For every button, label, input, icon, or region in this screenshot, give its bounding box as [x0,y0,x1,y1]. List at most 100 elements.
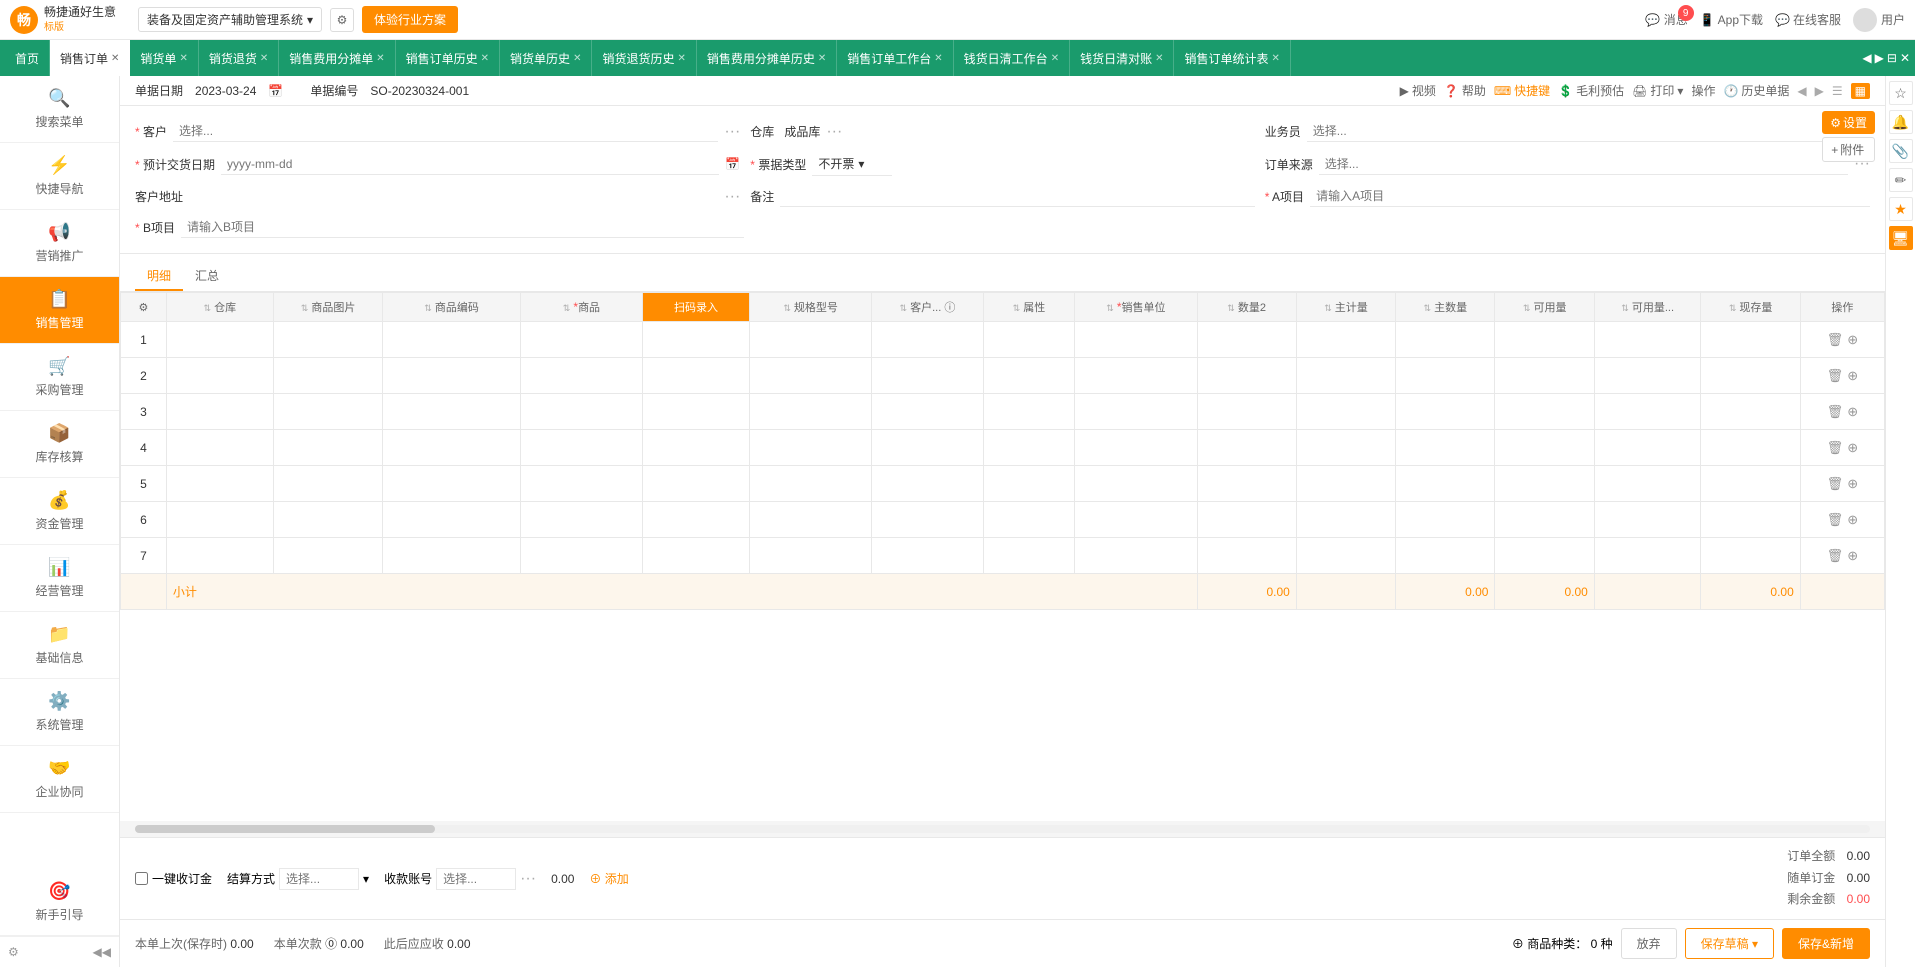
message-button[interactable]: 💬 消息 9 [1645,11,1687,28]
calendar-icon[interactable]: 📅 [268,84,283,98]
copy-icon[interactable]: ⊕ [1847,332,1858,348]
right-icon-3[interactable]: 📎 [1889,139,1913,163]
col-scan[interactable]: 扫码录入 [643,293,750,322]
col-qty2[interactable]: ⇅ 数量2 [1197,293,1296,322]
nav-close-icon[interactable]: ✕ [1900,51,1910,65]
sidebar-item-inventory[interactable]: 📦 库存核算 [0,411,119,478]
tab-sales-return[interactable]: 销货退货 ✕ [199,40,279,76]
col-product[interactable]: ⇅ *商品 [520,293,642,322]
delete-icon[interactable]: 🗑 [1827,440,1844,456]
col-main-unit[interactable]: ⇅ 主计量 [1296,293,1395,322]
col-spec[interactable]: ⇅ 规格型号 [750,293,872,322]
tab-invoice-history[interactable]: 销货单历史 ✕ [500,40,592,76]
close-icon[interactable]: ✕ [1272,53,1280,64]
tab-sales-order[interactable]: 销售订单 ✕ [50,40,130,76]
close-icon[interactable]: ✕ [111,53,119,64]
tab-expense-history[interactable]: 销售费用分摊单历史 ✕ [697,40,837,76]
copy-icon[interactable]: ⊕ [1847,440,1858,456]
col-main-qty[interactable]: ⇅ 主数量 [1396,293,1495,322]
attach-button[interactable]: + 附件 [1822,137,1875,162]
close-icon[interactable]: ✕ [1155,53,1163,64]
delete-icon[interactable]: 🗑 [1827,476,1844,492]
delivery-date-input[interactable] [221,154,719,175]
view-button[interactable]: ▶ 视频 [1400,82,1436,99]
copy-icon[interactable]: ⊕ [1847,512,1858,528]
system-selector[interactable]: 装备及固定资产辅助管理系统 ▾ [138,7,322,32]
sidebar-item-baseinfo[interactable]: 📁 基础信息 [0,612,119,679]
help-button[interactable]: ❓ 帮助 [1444,82,1486,99]
one-click-checkbox[interactable] [135,872,148,885]
print-button[interactable]: 🖨 打印 ▾ [1632,82,1683,99]
history-button[interactable]: 🕐 历史单据 [1723,82,1789,99]
order-source-input[interactable] [1319,154,1848,175]
shortcut-button[interactable]: ⌨ 快捷键 [1494,82,1550,99]
close-icon[interactable]: ✕ [481,53,489,64]
save-draft-button[interactable]: 保存草稿 ▾ [1685,928,1774,959]
add-button[interactable]: ⊕ 添加 [589,870,628,887]
sidebar-item-search[interactable]: 🔍 搜索菜单 [0,76,119,143]
close-icon[interactable]: ✕ [677,53,685,64]
close-icon[interactable]: ✕ [934,53,942,64]
col-customer-code[interactable]: ⇅ 客户... ⓘ [872,293,983,322]
delete-icon[interactable]: 🗑 [1827,332,1844,348]
calendar-icon[interactable]: 📅 [725,157,740,171]
delete-icon[interactable]: 🗑 [1827,548,1844,564]
tab-daily-clear-workbench[interactable]: 钱货日清工作台 ✕ [954,40,1070,76]
a-project-input[interactable] [1310,186,1870,207]
one-click-checkbox-label[interactable]: 一键收订金 [135,870,212,887]
delete-icon[interactable]: 🗑 [1827,404,1844,420]
delete-icon[interactable]: 🗑 [1827,368,1844,384]
right-icon-1[interactable]: ☆ [1889,81,1913,105]
close-icon[interactable]: ✕ [376,53,384,64]
sidebar-item-sales[interactable]: 📋 销售管理 [0,277,119,344]
invoice-type-select[interactable]: 不开票 ▾ [812,152,892,176]
delete-icon[interactable]: 🗑 [1827,512,1844,528]
customer-input[interactable] [173,121,718,142]
col-unit[interactable]: ⇅ *销售单位 [1075,293,1197,322]
warehouse-more-icon[interactable]: ··· [826,123,842,141]
tab-sales-order-history[interactable]: 销售订单历史 ✕ [396,40,500,76]
tab-workbench[interactable]: 销售订单工作台 ✕ [837,40,953,76]
user-menu[interactable]: 用户 [1853,8,1905,32]
scrollbar-thumb[interactable] [135,825,435,833]
close-icon[interactable]: ✕ [179,53,187,64]
col-attr[interactable]: ⇅ 属性 [983,293,1075,322]
bank-more-icon[interactable]: ··· [520,870,536,888]
settings-button[interactable]: ⚙ 设置 [1822,111,1875,134]
sidebar-settings-icon[interactable]: ⚙ [8,945,19,959]
copy-icon[interactable]: ⊕ [1847,404,1858,420]
col-code[interactable]: ⇅ 商品编码 [383,293,521,322]
sidebar-item-quicknav[interactable]: ⚡ 快捷导航 [0,143,119,210]
next-record-icon[interactable]: ▶ [1815,84,1824,98]
salesperson-input[interactable] [1307,121,1848,142]
tab-sales-expense[interactable]: 销售费用分摊单 ✕ [279,40,395,76]
right-icon-6[interactable]: 🖥 [1889,226,1913,250]
payment-method-input[interactable] [279,868,359,890]
copy-icon[interactable]: ⊕ [1847,368,1858,384]
right-icon-2[interactable]: 🔔 [1889,110,1913,134]
tab-daily-reconcile[interactable]: 钱货日清对账 ✕ [1070,40,1174,76]
tab-home[interactable]: 首页 [5,40,50,76]
right-icon-5[interactable]: ★ [1889,197,1913,221]
sidebar-item-marketing[interactable]: 📢 营销推广 [0,210,119,277]
tab-detail[interactable]: 明细 [135,262,183,291]
remark-input[interactable] [780,186,1254,207]
sidebar-item-finance[interactable]: 💰 资金管理 [0,478,119,545]
profit-estimate-button[interactable]: 💲 毛利预估 [1558,82,1624,99]
sidebar-item-purchase[interactable]: 🛒 采购管理 [0,344,119,411]
sidebar-item-system[interactable]: ⚙️ 系统管理 [0,679,119,746]
horizontal-scrollbar[interactable] [135,825,1870,833]
tab-return-history[interactable]: 销货退货历史 ✕ [592,40,696,76]
list-view-icon[interactable]: ☰ [1832,84,1843,98]
address-more-icon[interactable]: ··· [724,188,740,206]
sidebar-collapse-icon[interactable]: ◀◀ [93,945,111,959]
copy-icon[interactable]: ⊕ [1847,548,1858,564]
close-icon[interactable]: ✕ [260,53,268,64]
industry-plan-button[interactable]: 体验行业方案 [362,6,458,33]
prev-record-icon[interactable]: ◀ [1797,84,1806,98]
col-available2[interactable]: ⇅ 可用量... [1594,293,1701,322]
sidebar-item-management[interactable]: 📊 经营管理 [0,545,119,612]
customer-more-icon[interactable]: ··· [724,123,740,141]
tab-sales-invoice[interactable]: 销货单 ✕ [130,40,198,76]
settings-icon[interactable]: ⚙ [330,8,354,32]
